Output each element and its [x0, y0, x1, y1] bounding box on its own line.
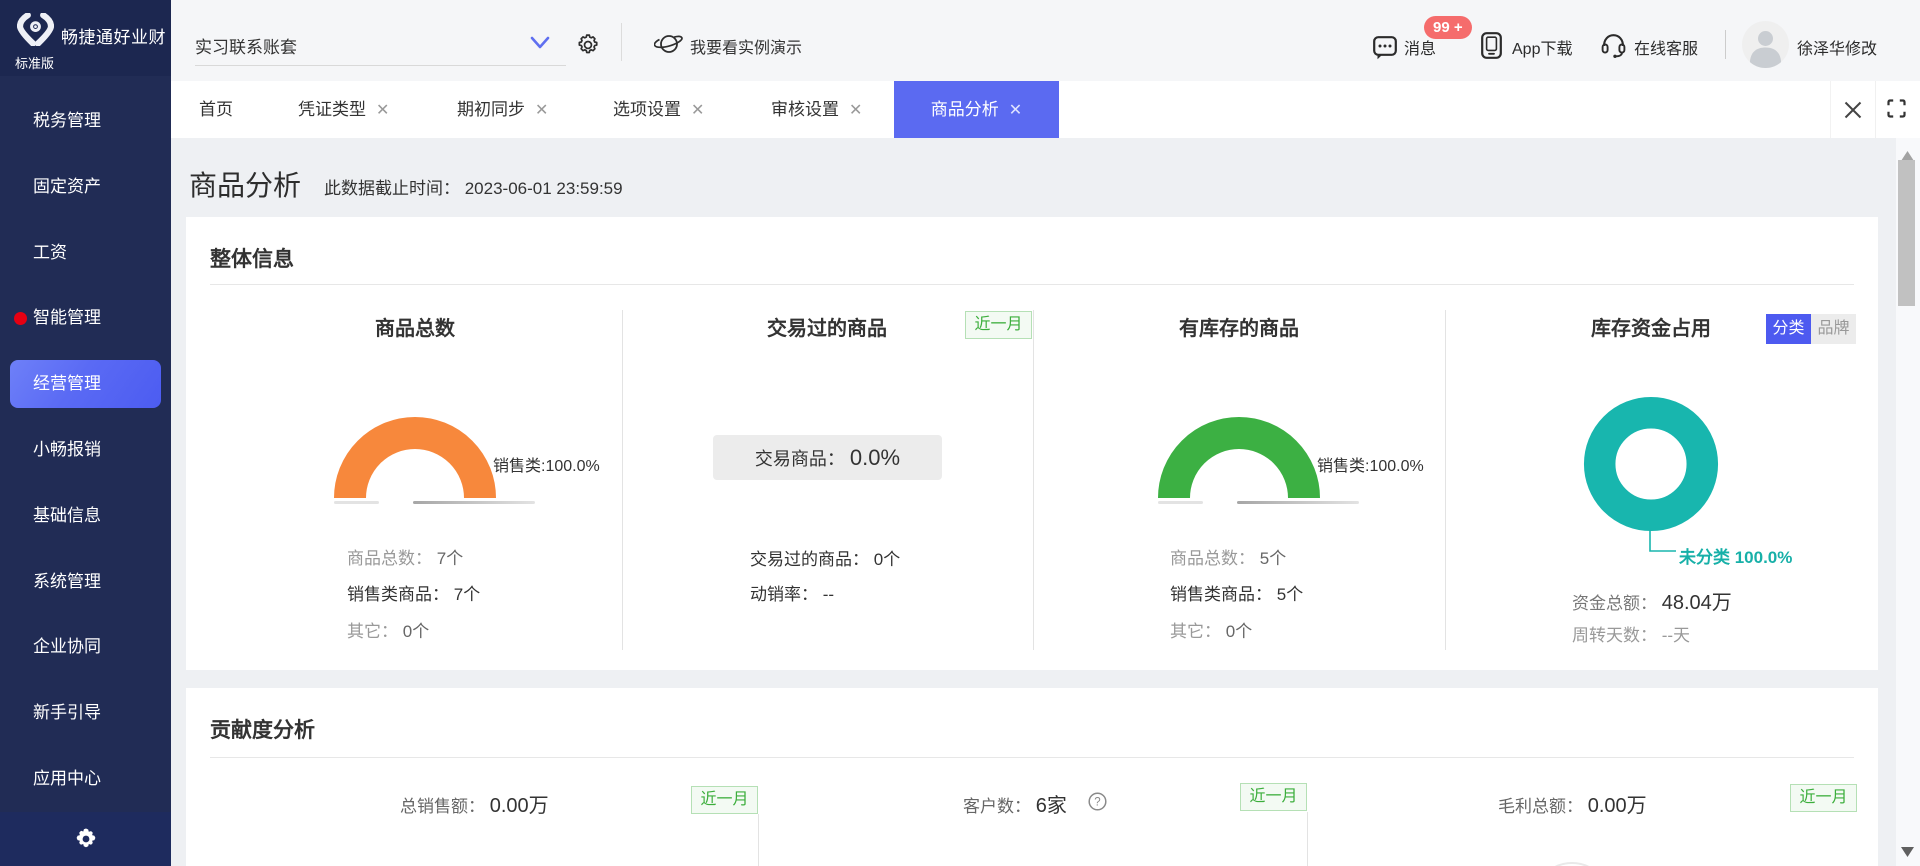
- svg-text:?: ?: [1094, 797, 1100, 809]
